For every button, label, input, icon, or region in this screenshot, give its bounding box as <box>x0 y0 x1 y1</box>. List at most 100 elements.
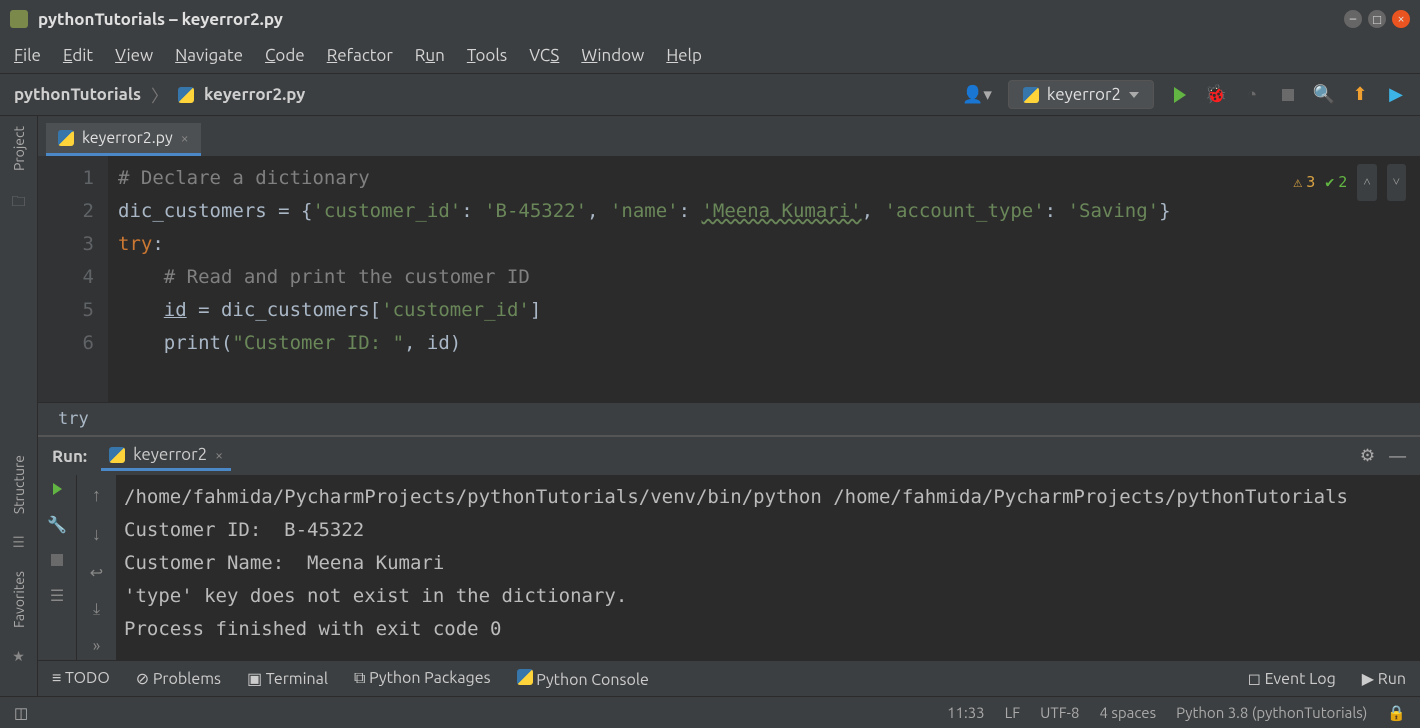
lock-icon[interactable]: 🔒 <box>1387 704 1406 722</box>
editor-breadcrumb[interactable]: try <box>38 402 1420 435</box>
run-panel: Run: keyerror2 × ⚙ — 🔧 ☰ ↑ <box>38 435 1420 660</box>
warning-indicator[interactable]: ⚠3 <box>1293 166 1315 199</box>
menu-view[interactable]: View <box>115 46 153 65</box>
todo-tab[interactable]: ≡ TODO <box>52 669 110 688</box>
sidebar-structure[interactable]: Structure <box>11 455 27 514</box>
menu-window[interactable]: Window <box>581 46 644 65</box>
hide-panel-icon[interactable]: — <box>1389 447 1406 466</box>
run-panel-label: Run: <box>52 447 87 466</box>
menu-help[interactable]: Help <box>666 46 702 65</box>
python-file-icon <box>178 87 194 103</box>
close-button[interactable]: × <box>1392 10 1410 28</box>
window-controls: – □ × <box>1344 10 1410 28</box>
run-side-toolbar2: ↑ ↓ ↩ ⤓ » <box>76 475 116 660</box>
up-stack-icon[interactable]: ↑ <box>92 485 101 506</box>
python-file-icon <box>58 130 74 146</box>
ide-features-button[interactable]: ▶ <box>1386 85 1406 105</box>
more-icon[interactable]: » <box>93 637 101 655</box>
menu-refactor[interactable]: Refactor <box>327 46 393 65</box>
line-separator[interactable]: LF <box>1005 704 1021 721</box>
stop-button[interactable] <box>1278 85 1298 105</box>
run-config-name: keyerror2 <box>1047 85 1121 104</box>
folder-icon[interactable]: 🗀 <box>12 191 26 215</box>
output-line: /home/fahmida/PycharmProjects/pythonTuto… <box>124 481 1420 514</box>
python-icon <box>109 447 125 463</box>
line-number: 6 <box>38 327 94 360</box>
stop-run-button[interactable] <box>51 554 63 566</box>
soft-wrap-icon[interactable]: ↩ <box>90 563 103 582</box>
code-text: # Declare a dictionary <box>118 167 370 189</box>
run-config-selector[interactable]: keyerror2 <box>1008 80 1154 109</box>
user-icon[interactable]: 👤▾ <box>962 85 992 105</box>
maximize-button[interactable]: □ <box>1368 10 1386 28</box>
code-area[interactable]: # Declare a dictionary dic_customers = {… <box>108 156 1420 402</box>
titlebar: pythonTutorials – keyerror2.py – □ × <box>0 0 1420 38</box>
run-output[interactable]: /home/fahmida/PycharmProjects/pythonTuto… <box>116 475 1420 660</box>
edit-config-button[interactable]: 🔧 <box>47 515 67 534</box>
output-line: Customer Name: Meena Kumari <box>124 547 1420 580</box>
interpreter[interactable]: Python 3.8 (pythonTutorials) <box>1176 704 1367 721</box>
python-console-tab[interactable]: Python Console <box>517 669 649 689</box>
layout-button[interactable]: ☰ <box>50 586 64 605</box>
window-title: pythonTutorials – keyerror2.py <box>38 10 1344 29</box>
run-settings-icon[interactable]: ⚙ <box>1360 446 1375 466</box>
quick-access-icon[interactable]: ◫ <box>14 704 28 722</box>
down-stack-icon[interactable]: ↓ <box>92 524 101 545</box>
app-icon <box>10 10 28 28</box>
next-highlight-icon[interactable]: ˅ <box>1387 164 1406 201</box>
editor[interactable]: 1 2 3 4 5 6 # Declare a dictionary dic_c… <box>38 156 1420 402</box>
ok-indicator[interactable]: ✔2 <box>1325 166 1347 199</box>
tab-label: keyerror2.py <box>82 129 173 147</box>
menu-edit[interactable]: Edit <box>63 46 93 65</box>
run-tab-name: keyerror2 <box>133 445 207 464</box>
indent[interactable]: 4 spaces <box>1099 704 1156 721</box>
coverage-button[interactable]: ◔ <box>1242 85 1262 105</box>
line-number: 2 <box>38 195 94 228</box>
run-button[interactable] <box>1170 85 1190 105</box>
structure-icon[interactable]: ☰ <box>12 534 25 551</box>
search-button[interactable]: 🔍 <box>1314 85 1334 105</box>
menu-run[interactable]: Run <box>415 46 445 65</box>
problems-tab[interactable]: ⊘ Problems <box>136 669 221 688</box>
line-number: 1 <box>38 162 94 195</box>
minimize-button[interactable]: – <box>1344 10 1362 28</box>
menu-code[interactable]: Code <box>265 46 305 65</box>
terminal-tab[interactable]: ▣ Terminal <box>247 669 328 688</box>
scroll-end-icon[interactable]: ⤓ <box>93 600 100 619</box>
output-line: Customer ID: B-45322 <box>124 514 1420 547</box>
line-number: 5 <box>38 294 94 327</box>
run-tool-tab[interactable]: ▶ Run <box>1362 669 1406 688</box>
close-run-tab-icon[interactable]: × <box>215 447 223 463</box>
debug-button[interactable]: 🐞 <box>1206 85 1226 105</box>
run-panel-header: Run: keyerror2 × ⚙ — <box>38 437 1420 475</box>
run-side-toolbar: 🔧 ☰ <box>38 475 76 660</box>
output-line: 'type' key does not exist in the diction… <box>124 580 1420 613</box>
menu-file[interactable]: File <box>14 46 41 65</box>
editor-tab[interactable]: keyerror2.py × <box>46 123 201 156</box>
prev-highlight-icon[interactable]: ˄ <box>1357 164 1376 201</box>
breadcrumb-file[interactable]: keyerror2.py <box>204 85 305 104</box>
run-tab[interactable]: keyerror2 × <box>101 441 231 471</box>
editor-tabbar: keyerror2.py × <box>38 116 1420 156</box>
rerun-button[interactable] <box>53 483 62 495</box>
menu-navigate[interactable]: Navigate <box>175 46 243 65</box>
bottom-toolwindow-bar: ≡ TODO ⊘ Problems ▣ Terminal ⧉ Python Pa… <box>38 660 1420 696</box>
update-button[interactable]: ⬆ <box>1350 85 1370 105</box>
encoding[interactable]: UTF-8 <box>1040 704 1079 721</box>
cursor-position[interactable]: 11:33 <box>947 704 985 721</box>
python-icon <box>1023 87 1039 103</box>
chevron-down-icon <box>1129 92 1139 98</box>
event-log-tab[interactable]: ◻ Event Log <box>1248 669 1336 688</box>
menu-vcs[interactable]: VCS <box>529 46 559 65</box>
breadcrumb-project[interactable]: pythonTutorials <box>14 85 141 104</box>
python-icon <box>517 669 533 685</box>
close-tab-icon[interactable]: × <box>181 130 189 146</box>
favorites-icon[interactable]: ★ <box>12 648 25 665</box>
sidebar-favorites[interactable]: Favorites <box>11 571 27 628</box>
sidebar-project[interactable]: Project <box>11 126 27 171</box>
toolbar-right: 👤▾ keyerror2 🐞 ◔ 🔍 ⬆ ▶ <box>962 80 1406 109</box>
menu-tools[interactable]: Tools <box>467 46 507 65</box>
inspection-widget[interactable]: ⚠3 ✔2 ˄ ˅ <box>1293 164 1406 201</box>
breadcrumb: pythonTutorials 〉 keyerror2.py <box>14 82 305 107</box>
packages-tab[interactable]: ⧉ Python Packages <box>354 669 491 688</box>
